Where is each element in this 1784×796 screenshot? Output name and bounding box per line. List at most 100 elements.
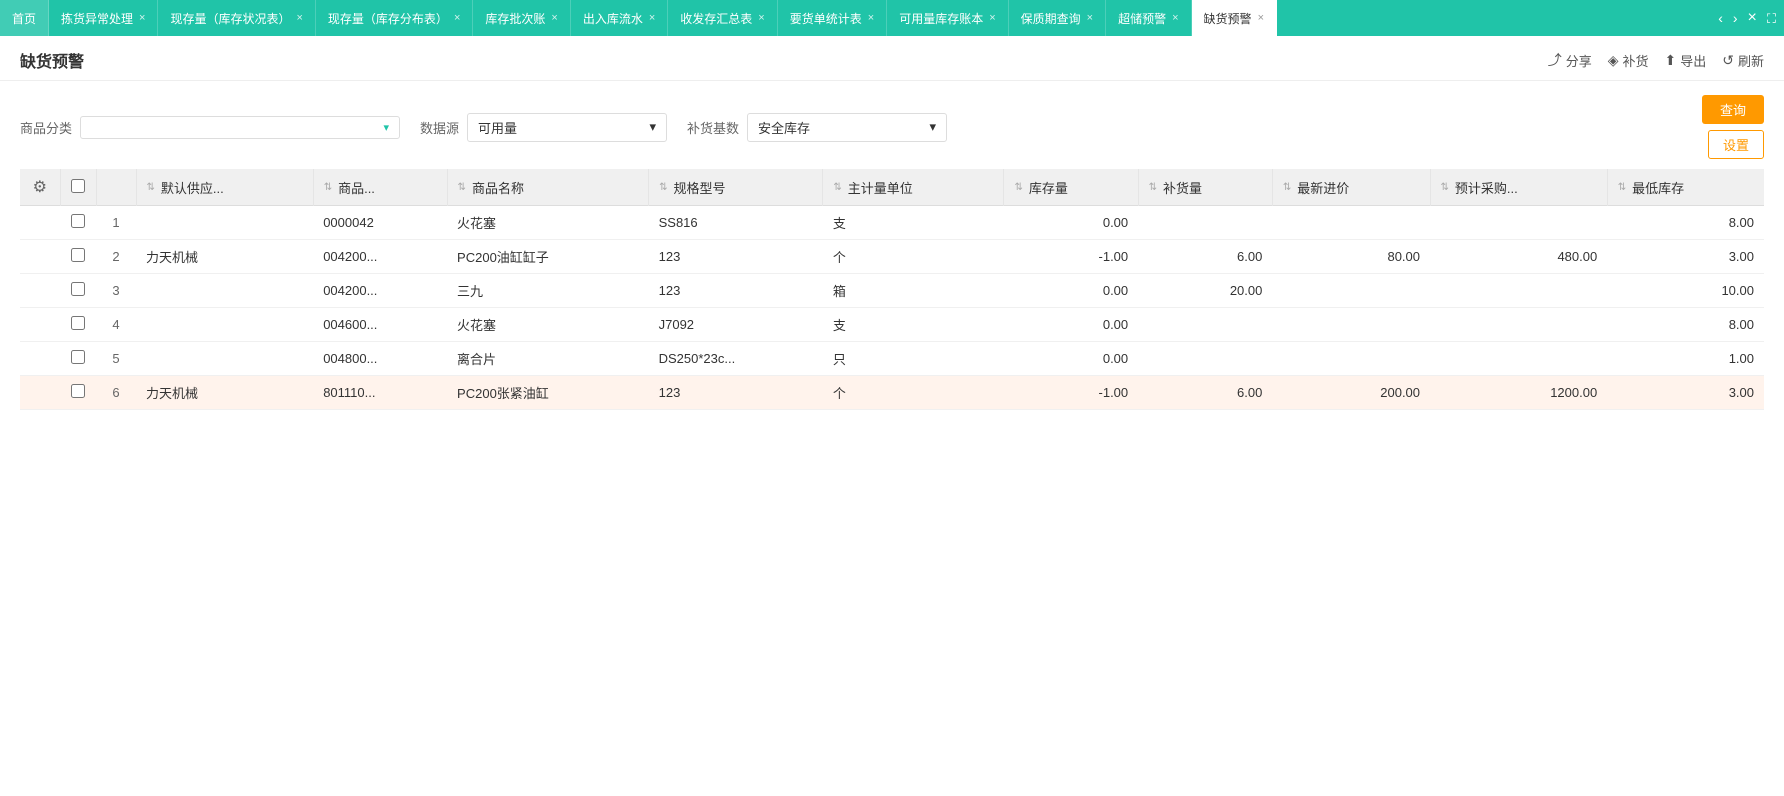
settings-button[interactable]: 设置 [1708, 130, 1764, 159]
replenish-button[interactable]: ◈ 补货 [1608, 51, 1649, 70]
tab-fullscreen-button[interactable]: ⛶ [1763, 10, 1780, 27]
row-checkbox-5[interactable] [71, 350, 85, 364]
row-supplier [136, 206, 313, 240]
table-wrap: ⚙ ⇅ 默认供应... [0, 169, 1784, 410]
gear-settings-icon[interactable]: ⚙ [33, 179, 47, 196]
row-est-purchase [1430, 206, 1607, 240]
col-num-header [96, 169, 136, 206]
row-est-purchase [1430, 342, 1607, 376]
tab-overstock[interactable]: 超储预警× [1106, 0, 1191, 36]
tab-close-inventory-dist[interactable]: × [454, 12, 460, 24]
select-all-checkbox[interactable] [71, 179, 85, 193]
row-checkbox-2[interactable] [71, 248, 85, 262]
tab-label: 库存批次账 [485, 10, 545, 27]
row-check-cell [60, 206, 96, 240]
row-num: 5 [96, 342, 136, 376]
sort-est-icon: ⇅ [1441, 182, 1449, 193]
row-stock: 0.00 [1004, 342, 1138, 376]
export-button[interactable]: ⬆ 导出 [1665, 51, 1707, 70]
tab-next-button[interactable]: › [1729, 9, 1742, 27]
row-checkbox-1[interactable] [71, 214, 85, 228]
refresh-button[interactable]: ↺ 刷新 [1722, 51, 1764, 70]
row-unit: 支 [823, 308, 1004, 342]
row-min-stock: 8.00 [1607, 308, 1764, 342]
row-product-name: 离合片 [447, 342, 649, 376]
tab-close-expiry-query[interactable]: × [1087, 12, 1093, 24]
row-latest-price: 80.00 [1272, 240, 1430, 274]
tab-close-batch-account[interactable]: × [551, 12, 557, 24]
row-check-cell [60, 274, 96, 308]
row-unit: 支 [823, 206, 1004, 240]
row-latest-price: 200.00 [1272, 376, 1430, 410]
row-unit: 箱 [823, 274, 1004, 308]
tab-receive-summary[interactable]: 收发存汇总表× [668, 0, 777, 36]
tab-expiry-query[interactable]: 保质期查询× [1009, 0, 1106, 36]
row-num: 6 [96, 376, 136, 410]
replenish-base-value: 安全库存 [758, 118, 810, 137]
row-num: 3 [96, 274, 136, 308]
tab-available-ledger[interactable]: 可用量库存账本× [887, 0, 1008, 36]
row-gear-cell [20, 206, 60, 240]
row-num: 2 [96, 240, 136, 274]
tab-home[interactable]: 首页 [0, 0, 49, 36]
replenish-icon: ◈ [1608, 52, 1619, 69]
tab-batch-account[interactable]: 库存批次账 × [473, 0, 570, 36]
row-replenish-qty [1138, 206, 1272, 240]
tab-prev-button[interactable]: ‹ [1714, 9, 1727, 27]
row-supplier: 力天机械 [136, 376, 313, 410]
tab-close-shortage[interactable]: × [1258, 12, 1264, 24]
sort-unit-icon: ⇅ [833, 182, 841, 193]
refresh-icon: ↺ [1722, 52, 1734, 69]
tab-close-available-ledger[interactable]: × [989, 12, 995, 24]
col-check-header [60, 169, 96, 206]
row-product-name: 三九 [447, 274, 649, 308]
tab-demand-stat[interactable]: 要货单统计表× [778, 0, 887, 36]
category-select[interactable]: ▾ [80, 116, 400, 139]
row-check-cell [60, 342, 96, 376]
replenish-base-select[interactable]: 安全库存 ▾ [747, 113, 947, 142]
col-gear-header: ⚙ [20, 169, 60, 206]
table-row: 1 0000042 火花塞 SS816 支 0.00 8.00 [20, 206, 1764, 240]
tab-inventory-dist[interactable]: 现存量（库存分布表） × [316, 0, 473, 36]
tab-close-inventory-status[interactable]: × [296, 12, 302, 24]
tab-inout-flow[interactable]: 出入库流水× [571, 0, 668, 36]
replenish-base-filter-group: 补货基数 安全库存 ▾ [687, 113, 947, 142]
row-product-name: 火花塞 [447, 206, 649, 240]
row-gear-cell [20, 240, 60, 274]
row-spec: J7092 [649, 308, 823, 342]
row-unit: 只 [823, 342, 1004, 376]
tab-close-inout-flow[interactable]: × [649, 12, 655, 24]
row-checkbox-4[interactable] [71, 316, 85, 330]
col-unit-header: ⇅ 主计量单位 [823, 169, 1004, 206]
tab-label: 现存量（库存分布表） [328, 10, 448, 27]
tab-close-receive-summary[interactable]: × [758, 12, 764, 24]
datasource-select[interactable]: 可用量 ▾ [467, 113, 667, 142]
page-content: 缺货预警 ⤴ 分享 ◈ 补货 ⬆ 导出 ↺ 刷新 商品分类 [0, 36, 1784, 796]
row-stock: 0.00 [1004, 308, 1138, 342]
tab-defect-abnormal[interactable]: 拣货异常处理× [49, 0, 158, 36]
share-button[interactable]: ⤴ 分享 [1548, 50, 1592, 70]
row-latest-price [1272, 308, 1430, 342]
tab-close-demand-stat[interactable]: × [868, 12, 874, 24]
share-icon: ⤴ [1548, 50, 1562, 70]
row-checkbox-6[interactable] [71, 384, 85, 398]
row-replenish-qty [1138, 308, 1272, 342]
tab-close-overstock[interactable]: × [1172, 12, 1178, 24]
row-gear-cell [20, 274, 60, 308]
table-container: ⚙ ⇅ 默认供应... [20, 169, 1764, 410]
datasource-filter-group: 数据源 可用量 ▾ [420, 113, 667, 142]
replenish-label: 补货 [1622, 51, 1648, 70]
query-button[interactable]: 查询 [1702, 95, 1764, 124]
row-latest-price [1272, 274, 1430, 308]
row-checkbox-3[interactable] [71, 282, 85, 296]
tab-inventory-status[interactable]: 现存量（库存状况表）× [158, 0, 315, 36]
row-min-stock: 8.00 [1607, 206, 1764, 240]
tab-close-window-button[interactable]: × [1744, 8, 1761, 28]
row-gear-cell [20, 342, 60, 376]
row-product-code: 004600... [313, 308, 447, 342]
row-product-code: 0000042 [313, 206, 447, 240]
tab-close-defect-abnormal[interactable]: × [139, 12, 145, 24]
tab-shortage[interactable]: 缺货预警× [1192, 0, 1277, 36]
sort-price-icon: ⇅ [1283, 182, 1291, 193]
row-spec: 123 [649, 240, 823, 274]
